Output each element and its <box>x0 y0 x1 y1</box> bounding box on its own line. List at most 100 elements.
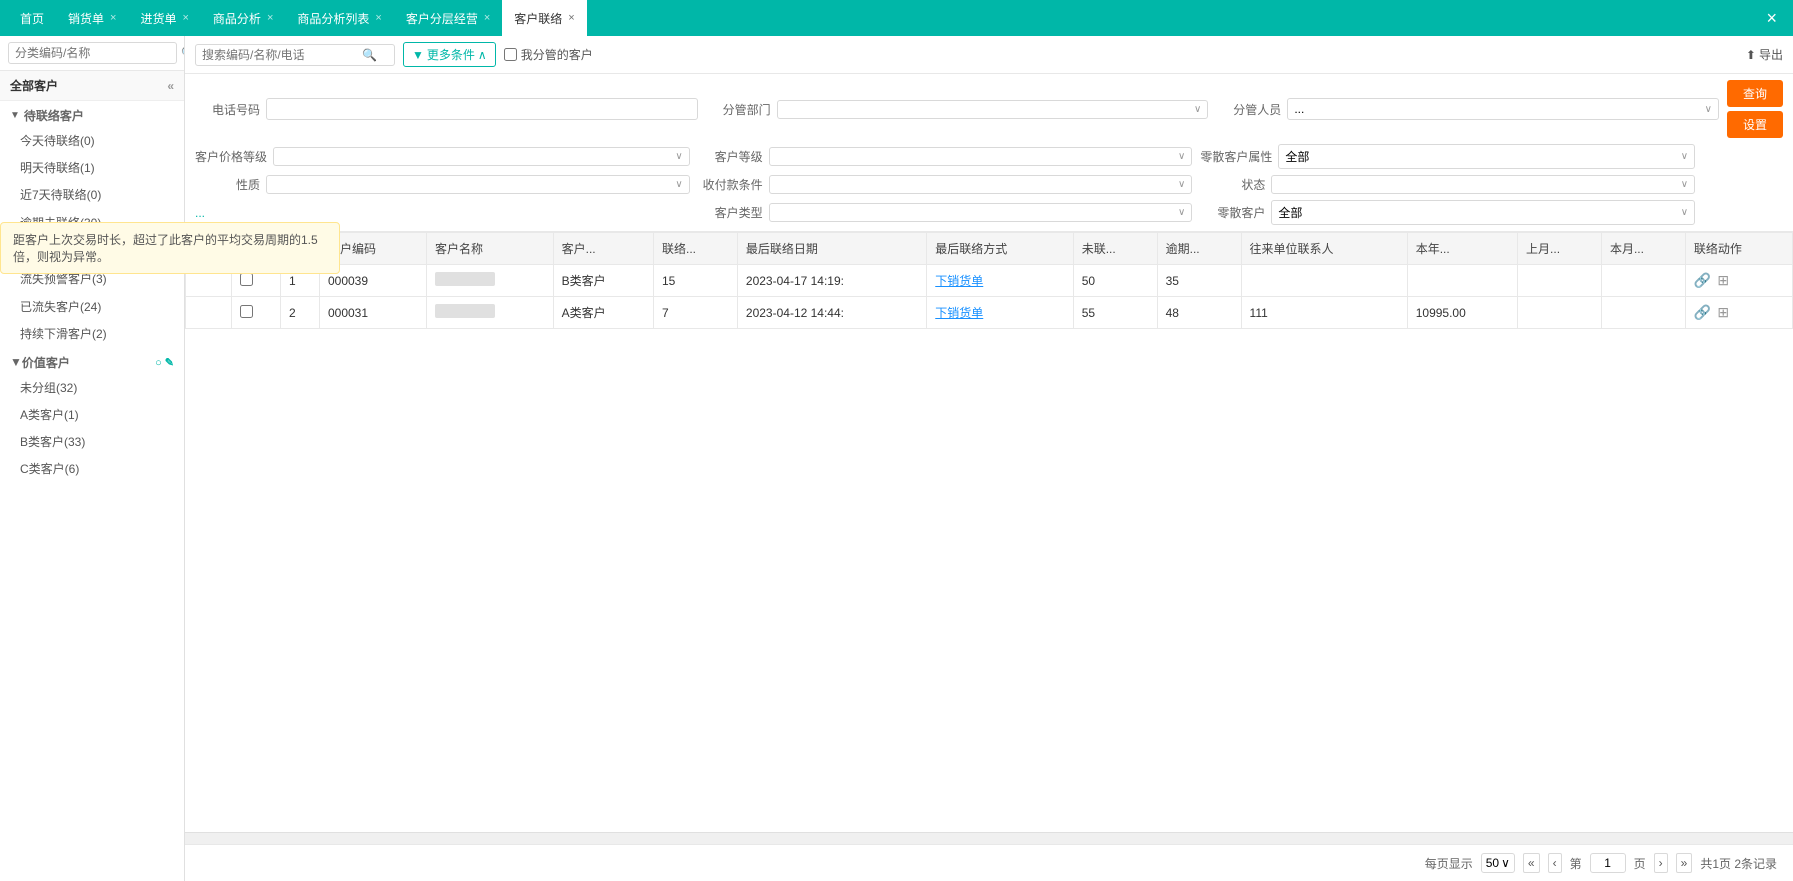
export-btn[interactable]: ⬆ 导出 <box>1746 46 1783 63</box>
row2-code: 000031 <box>319 297 426 329</box>
customer-grade-select[interactable]: ∨ <box>769 147 1193 166</box>
nature-select[interactable]: ∨ <box>266 175 690 194</box>
window-close-btn[interactable]: × <box>1758 8 1785 29</box>
status-select[interactable]: ∨ <box>1271 175 1695 194</box>
dept-select[interactable]: ∨ <box>777 100 1209 119</box>
nav-sales[interactable]: 销货单 × <box>56 0 128 36</box>
col-uncontacted[interactable]: 未联... <box>1073 233 1157 265</box>
retail-attr-select[interactable]: 全部 ∨ <box>1278 144 1695 169</box>
price-grade-label: 客户价格等级 <box>195 148 267 165</box>
col-last-contact-method[interactable]: 最后联络方式 <box>927 233 1073 265</box>
col-last-contact-date[interactable]: 最后联络日期 <box>737 233 926 265</box>
payment-select[interactable]: ∨ <box>769 175 1193 194</box>
row2-checkbox[interactable] <box>231 297 280 329</box>
col-last-month[interactable]: 上月... <box>1518 233 1602 265</box>
value-section-icons[interactable]: ○ ✎ <box>155 356 174 369</box>
customer-type-select[interactable]: ∨ <box>769 203 1193 222</box>
col-customer-type[interactable]: 客户... <box>553 233 653 265</box>
close-analysis-tab[interactable]: × <box>267 12 273 24</box>
nav-purchase[interactable]: 进货单 × <box>128 0 200 36</box>
close-contact-tab[interactable]: × <box>568 12 574 24</box>
my-customers-checkbox[interactable]: 我分管的客户 <box>504 46 593 63</box>
filter-status: 状态 ∨ <box>1200 175 1695 194</box>
retail-customer-select[interactable]: 全部 ∨ <box>1271 200 1695 225</box>
my-customers-check[interactable] <box>504 48 517 61</box>
nav-analysis-list[interactable]: 商品分析列表 × <box>285 0 393 36</box>
pending-contact-section[interactable]: ▼ 待联络客户 <box>0 101 184 128</box>
sidebar-search-input[interactable] <box>8 42 177 64</box>
page-size-label: 每页显示 <box>1425 855 1473 872</box>
row2-actions: 🔗 ⊞ <box>1685 297 1792 329</box>
col-this-year[interactable]: 本年... <box>1407 233 1517 265</box>
manager-select[interactable]: ... ∨ <box>1287 98 1719 120</box>
close-sales-tab[interactable]: × <box>110 12 116 24</box>
sidebar-item-today[interactable]: 今天待联络(0) <box>0 128 184 155</box>
sidebar-collapse-btn[interactable]: « <box>167 79 174 93</box>
retail-attr-chevron: ∨ <box>1681 151 1688 162</box>
nav-home[interactable]: 首页 <box>8 0 56 36</box>
prev-page-btn[interactable]: ‹ <box>1548 853 1562 873</box>
table-header-row: ⚙ 客户编码 客户名称 客户... 联络... 最后联络日期 最后联络方式 未联… <box>186 233 1793 265</box>
top-nav: 首页 销货单 × 进货单 × 商品分析 × 商品分析列表 × 客户分层经营 × … <box>0 0 1793 36</box>
sidebar-item-ungrouped[interactable]: 未分组(32) <box>0 375 184 402</box>
more-fields-btn[interactable]: ... <box>195 206 205 220</box>
table-scrollbar[interactable] <box>185 832 1793 844</box>
row1-link-icon[interactable]: 🔗 <box>1694 272 1711 289</box>
nature-label: 性质 <box>195 176 260 193</box>
col-unit-contact[interactable]: 往来单位联系人 <box>1241 233 1407 265</box>
phone-input[interactable] <box>266 98 698 120</box>
nav-customer-contact[interactable]: 客户联络 × <box>502 0 586 36</box>
search-icon[interactable]: 🔍 <box>362 48 377 62</box>
sidebar-item-declining[interactable]: 持续下滑客户(2) <box>0 321 184 348</box>
row2-grid-icon[interactable]: ⊞ <box>1717 304 1729 321</box>
col-this-month[interactable]: 本月... <box>1601 233 1685 265</box>
close-segment-tab[interactable]: × <box>484 12 490 24</box>
sidebar-item-7days[interactable]: 近7天待联络(0) <box>0 182 184 209</box>
nav-analysis[interactable]: 商品分析 × <box>201 0 285 36</box>
page-size-select[interactable]: 50 ∨ <box>1481 853 1515 873</box>
col-contact-action[interactable]: 联络动作 <box>1685 233 1792 265</box>
row1-last-method[interactable]: 下销货单 <box>927 265 1073 297</box>
col-contact-count[interactable]: 联络... <box>653 233 737 265</box>
row2-contact: 7 <box>653 297 737 329</box>
row1-grid-icon[interactable]: ⊞ <box>1717 272 1729 289</box>
filter-customer-grade: 客户等级 ∨ <box>698 147 1193 166</box>
first-page-btn[interactable]: « <box>1523 853 1540 873</box>
search-input[interactable] <box>202 48 362 62</box>
row1-this-year <box>1407 265 1517 297</box>
filter-icon: ▼ <box>412 48 424 62</box>
row1-last-date: 2023-04-17 14:19: <box>737 265 926 297</box>
settings-btn[interactable]: 设置 <box>1727 111 1783 138</box>
table-row: 1 000039 B类客户 15 2023-04-17 14:19: 下销货单 … <box>186 265 1793 297</box>
col-overdue[interactable]: 逾期... <box>1157 233 1241 265</box>
sidebar-item-class-a[interactable]: A类客户(1) <box>0 402 184 429</box>
row2-last-method[interactable]: 下销货单 <box>927 297 1073 329</box>
close-purchase-tab[interactable]: × <box>182 12 188 24</box>
nav-customer-segment[interactable]: 客户分层经营 × <box>394 0 502 36</box>
col-customer-name[interactable]: 客户名称 <box>426 233 553 265</box>
filter-toolbar: 🔍 ▼ 更多条件 ∧ 我分管的客户 ⬆ 导出 <box>185 36 1793 74</box>
close-analysis-list-tab[interactable]: × <box>375 12 381 24</box>
sidebar-item-class-b[interactable]: B类客户(33) <box>0 429 184 456</box>
value-customers-section[interactable]: ▼ 价值客户 ○ ✎ <box>0 348 184 375</box>
row2-type: A类客户 <box>553 297 653 329</box>
filter-row-2: 客户价格等级 ∨ 客户等级 ∨ 零散客户属性 全部 <box>195 144 1783 169</box>
row2-link-icon[interactable]: 🔗 <box>1694 304 1711 321</box>
customer-grade-chevron: ∨ <box>1178 151 1185 162</box>
sidebar-item-churned[interactable]: 已流失客户(24) <box>0 294 184 321</box>
filter-payment: 收付款条件 ∨ <box>698 175 1193 194</box>
row1-overdue: 35 <box>1157 265 1241 297</box>
sidebar-item-class-c[interactable]: C类客户(6) <box>0 456 184 483</box>
row2-index: 2 <box>281 297 320 329</box>
more-conditions-btn[interactable]: ▼ 更多条件 ∧ <box>403 42 496 67</box>
sidebar-all-customers[interactable]: 全部客户 « <box>0 71 184 101</box>
query-settings-group: 查询 设置 <box>1727 80 1783 138</box>
page-number-input[interactable] <box>1590 853 1626 873</box>
next-page-btn[interactable]: › <box>1654 853 1668 873</box>
query-btn[interactable]: 查询 <box>1727 80 1783 107</box>
sidebar-item-tomorrow[interactable]: 明天待联络(1) <box>0 155 184 182</box>
phone-label: 电话号码 <box>195 101 260 118</box>
main-layout: 🔍 全部客户 « ▼ 待联络客户 今天待联络(0) 明天待联络(1) 近7天待联… <box>0 36 1793 881</box>
last-page-btn[interactable]: » <box>1676 853 1693 873</box>
price-grade-select[interactable]: ∨ <box>273 147 690 166</box>
